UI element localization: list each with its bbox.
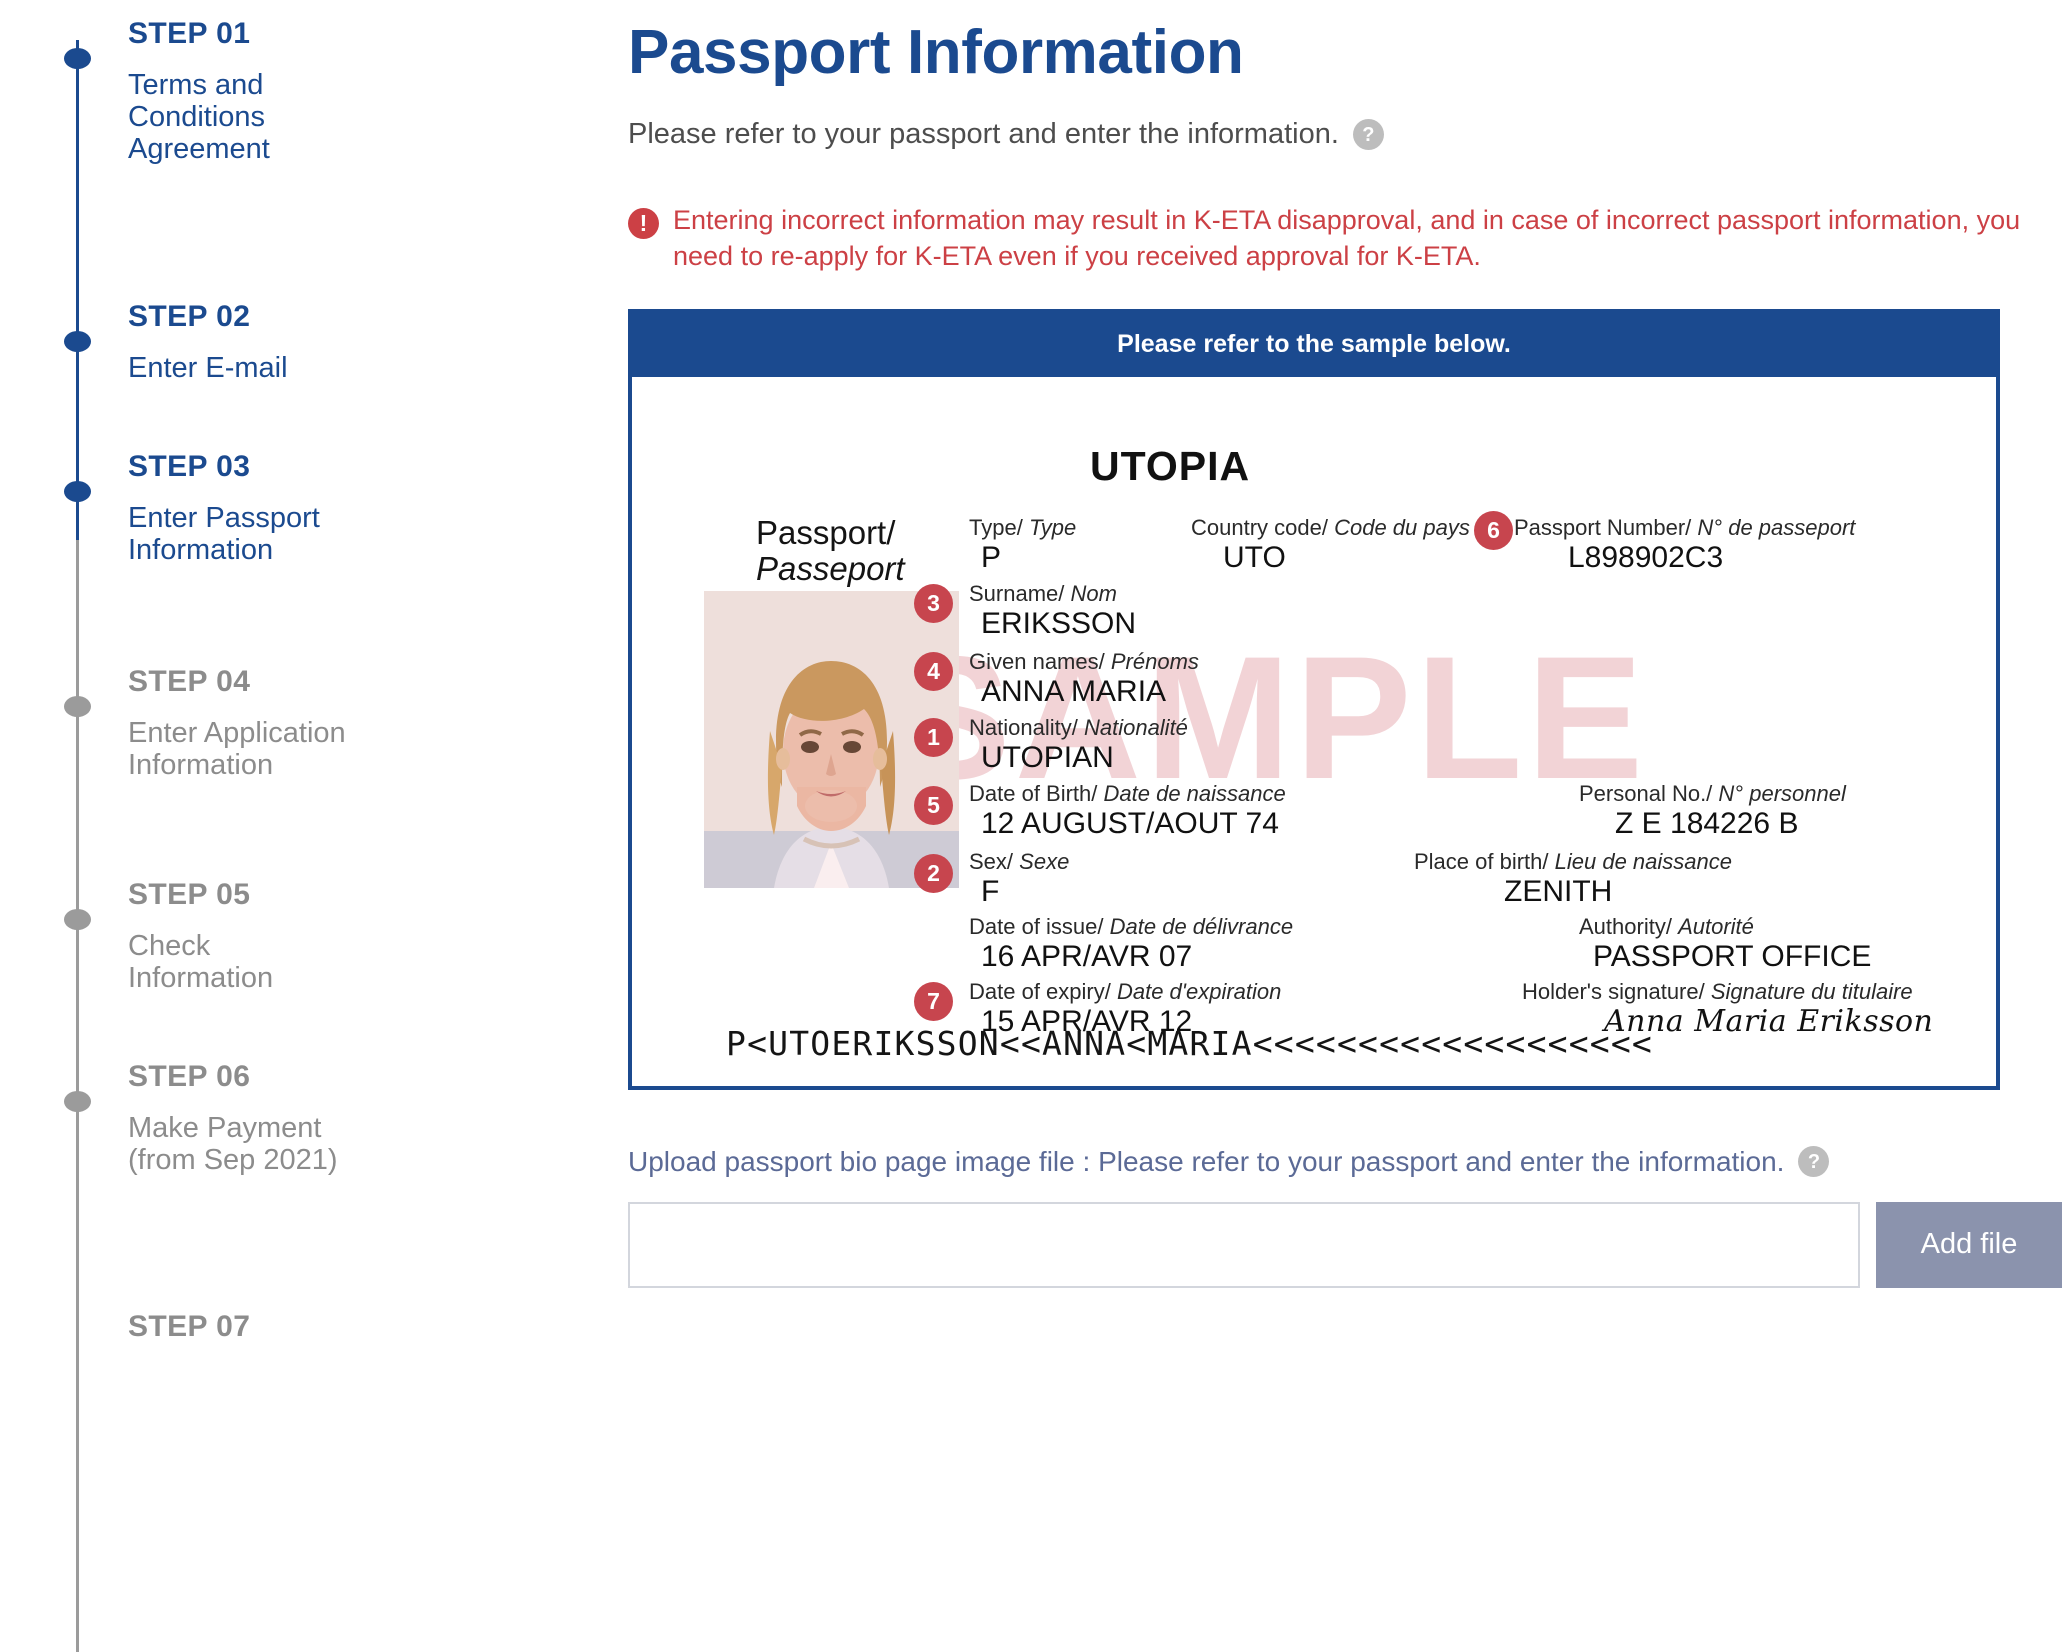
badge-3: 3 bbox=[914, 583, 953, 623]
add-file-button[interactable]: Add file bbox=[1876, 1201, 2062, 1288]
field-caption: Place of birth/ Lieu de naissance bbox=[1414, 848, 1732, 874]
field-type: Type/ Type P bbox=[969, 515, 1076, 576]
step-label: Enter E-mail bbox=[128, 352, 288, 384]
warning-text: Entering incorrect information may resul… bbox=[673, 205, 2021, 271]
mrz-line-1: P<UTOERIKSSON<<ANNA<MARIA<<<<<<<<<<<<<<<… bbox=[726, 1023, 1653, 1063]
document-type-label: Passport/ Passeport bbox=[756, 513, 905, 588]
step-dot-icon bbox=[64, 331, 91, 352]
stepper-list: STEP 01 Terms and Conditions Agreement S… bbox=[0, 16, 628, 1509]
field-surname: Surname/ Nom ERIKSSON bbox=[969, 581, 1136, 642]
sidebar-step-05[interactable]: STEP 05 Check Information bbox=[0, 877, 628, 1059]
field-value: Z E 184226 B bbox=[1615, 807, 1799, 841]
badge-6: 6 bbox=[1474, 510, 1513, 550]
help-icon[interactable]: ? bbox=[1352, 119, 1384, 150]
file-path-input[interactable] bbox=[628, 1201, 1860, 1288]
badge-1: 1 bbox=[914, 717, 953, 757]
passport-sample-panel: Please refer to the sample below. UTOPIA… bbox=[628, 308, 2000, 1090]
step-label: Check Information bbox=[128, 930, 274, 994]
step-dot-icon bbox=[64, 48, 91, 69]
passport-bio-page: UTOPIA SAMPLE Passport/ Passeport Type/ … bbox=[704, 442, 1933, 1063]
field-value: P bbox=[981, 541, 1002, 575]
badge-5: 5 bbox=[914, 785, 953, 825]
field-value: 12 AUGUST/AOUT 74 bbox=[981, 807, 1279, 841]
field-nationality: Nationality/ Nationalité UTOPIAN bbox=[969, 715, 1188, 776]
page-title: Passport Information bbox=[628, 18, 1244, 87]
field-value: L898902C3 bbox=[1568, 541, 1724, 575]
step-label: Make Payment (from Sep 2021) bbox=[128, 1112, 338, 1176]
field-date-of-birth: Date of Birth/ Date de naissance 12 AUGU… bbox=[969, 781, 1286, 842]
sidebar-step-01[interactable]: STEP 01 Terms and Conditions Agreement bbox=[0, 16, 628, 299]
field-caption: Nationality/ Nationalité bbox=[969, 714, 1188, 740]
sidebar-step-06[interactable]: STEP 06 Make Payment (from Sep 2021) bbox=[0, 1059, 628, 1309]
field-caption: Date of Birth/ Date de naissance bbox=[969, 780, 1286, 806]
field-value: ANNA MARIA bbox=[981, 675, 1167, 709]
application-page: STEP 01 Terms and Conditions Agreement S… bbox=[0, 0, 2070, 1652]
upload-controls: Add file bbox=[628, 1201, 2062, 1288]
warning-message: ! Entering incorrect information may res… bbox=[628, 203, 2028, 275]
page-subtitle-row: Please refer to your passport and enter … bbox=[628, 118, 2062, 151]
step-label: Enter Passport Information bbox=[128, 502, 320, 566]
field-value: UTO bbox=[1223, 541, 1286, 575]
issuing-country: UTOPIA bbox=[1090, 442, 1251, 489]
field-caption: Passport Number/ N° de passeport bbox=[1514, 514, 1856, 540]
sidebar-step-07[interactable]: STEP 07 bbox=[0, 1309, 628, 1509]
field-sex: Sex/ Sexe F bbox=[969, 849, 1069, 910]
field-value: F bbox=[981, 875, 1000, 909]
step-dot-icon bbox=[64, 1091, 91, 1112]
sample-banner: Please refer to the sample below. bbox=[632, 312, 1996, 377]
field-caption: Personal No./ N° personnel bbox=[1579, 780, 1846, 806]
step-dot-icon bbox=[64, 909, 91, 930]
step-number: STEP 03 bbox=[128, 450, 251, 483]
sidebar-step-03[interactable]: STEP 03 Enter Passport Information bbox=[0, 449, 628, 664]
field-value: ERIKSSON bbox=[981, 607, 1137, 641]
step-dot-icon bbox=[64, 696, 91, 717]
sidebar-step-04[interactable]: STEP 04 Enter Application Information bbox=[0, 664, 628, 877]
field-value: UTOPIAN bbox=[981, 741, 1114, 775]
sample-image: UTOPIA SAMPLE Passport/ Passeport Type/ … bbox=[632, 376, 1996, 1086]
field-personal-number: Personal No./ N° personnel Z E 184226 B bbox=[1579, 781, 1846, 842]
passport-information-form: Passport Information Please refer to you… bbox=[628, 0, 2070, 1652]
step-number: STEP 06 bbox=[128, 1060, 251, 1093]
help-icon[interactable]: ? bbox=[1798, 1146, 1830, 1178]
badge-2: 2 bbox=[914, 853, 953, 893]
field-caption: Country code/ Code du pays bbox=[1191, 514, 1470, 540]
field-caption: Type/ Type bbox=[969, 514, 1077, 540]
badge-7: 7 bbox=[914, 981, 953, 1021]
step-label: Terms and Conditions Agreement bbox=[128, 69, 270, 165]
page-subtitle: Please refer to your passport and enter … bbox=[628, 118, 1339, 150]
step-number: STEP 07 bbox=[128, 1310, 251, 1343]
badge-4: 4 bbox=[914, 651, 953, 691]
field-caption: Given names/ Prénoms bbox=[969, 648, 1199, 674]
upload-section-label-row: Upload passport bio page image file : Pl… bbox=[628, 1146, 2062, 1178]
field-given-names: Given names/ Prénoms ANNA MARIA bbox=[969, 649, 1199, 710]
step-number: STEP 04 bbox=[128, 665, 251, 698]
step-number: STEP 05 bbox=[128, 878, 251, 911]
field-value: ZENITH bbox=[1504, 875, 1613, 909]
step-dot-icon bbox=[64, 481, 91, 502]
upload-label: Upload passport bio page image file : Pl… bbox=[628, 1145, 1785, 1177]
step-progress-sidebar: STEP 01 Terms and Conditions Agreement S… bbox=[0, 0, 628, 1652]
step-number: STEP 02 bbox=[128, 300, 251, 333]
field-caption: Surname/ Nom bbox=[969, 580, 1117, 606]
field-place-of-birth: Place of birth/ Lieu de naissance ZENITH bbox=[1414, 849, 1732, 910]
machine-readable-zone: P<UTOERIKSSON<<ANNA<MARIA<<<<<<<<<<<<<<<… bbox=[726, 925, 1653, 1086]
field-passport-number: Passport Number/ N° de passeport L898902… bbox=[1514, 515, 1855, 576]
step-label: Enter Application Information bbox=[128, 717, 346, 781]
field-country-code: Country code/ Code du pays UTO bbox=[1191, 515, 1470, 576]
step-number: STEP 01 bbox=[128, 17, 251, 50]
sidebar-step-02[interactable]: STEP 02 Enter E-mail bbox=[0, 299, 628, 449]
warning-exclamation-icon: ! bbox=[628, 208, 659, 239]
field-caption: Sex/ Sexe bbox=[969, 848, 1070, 874]
